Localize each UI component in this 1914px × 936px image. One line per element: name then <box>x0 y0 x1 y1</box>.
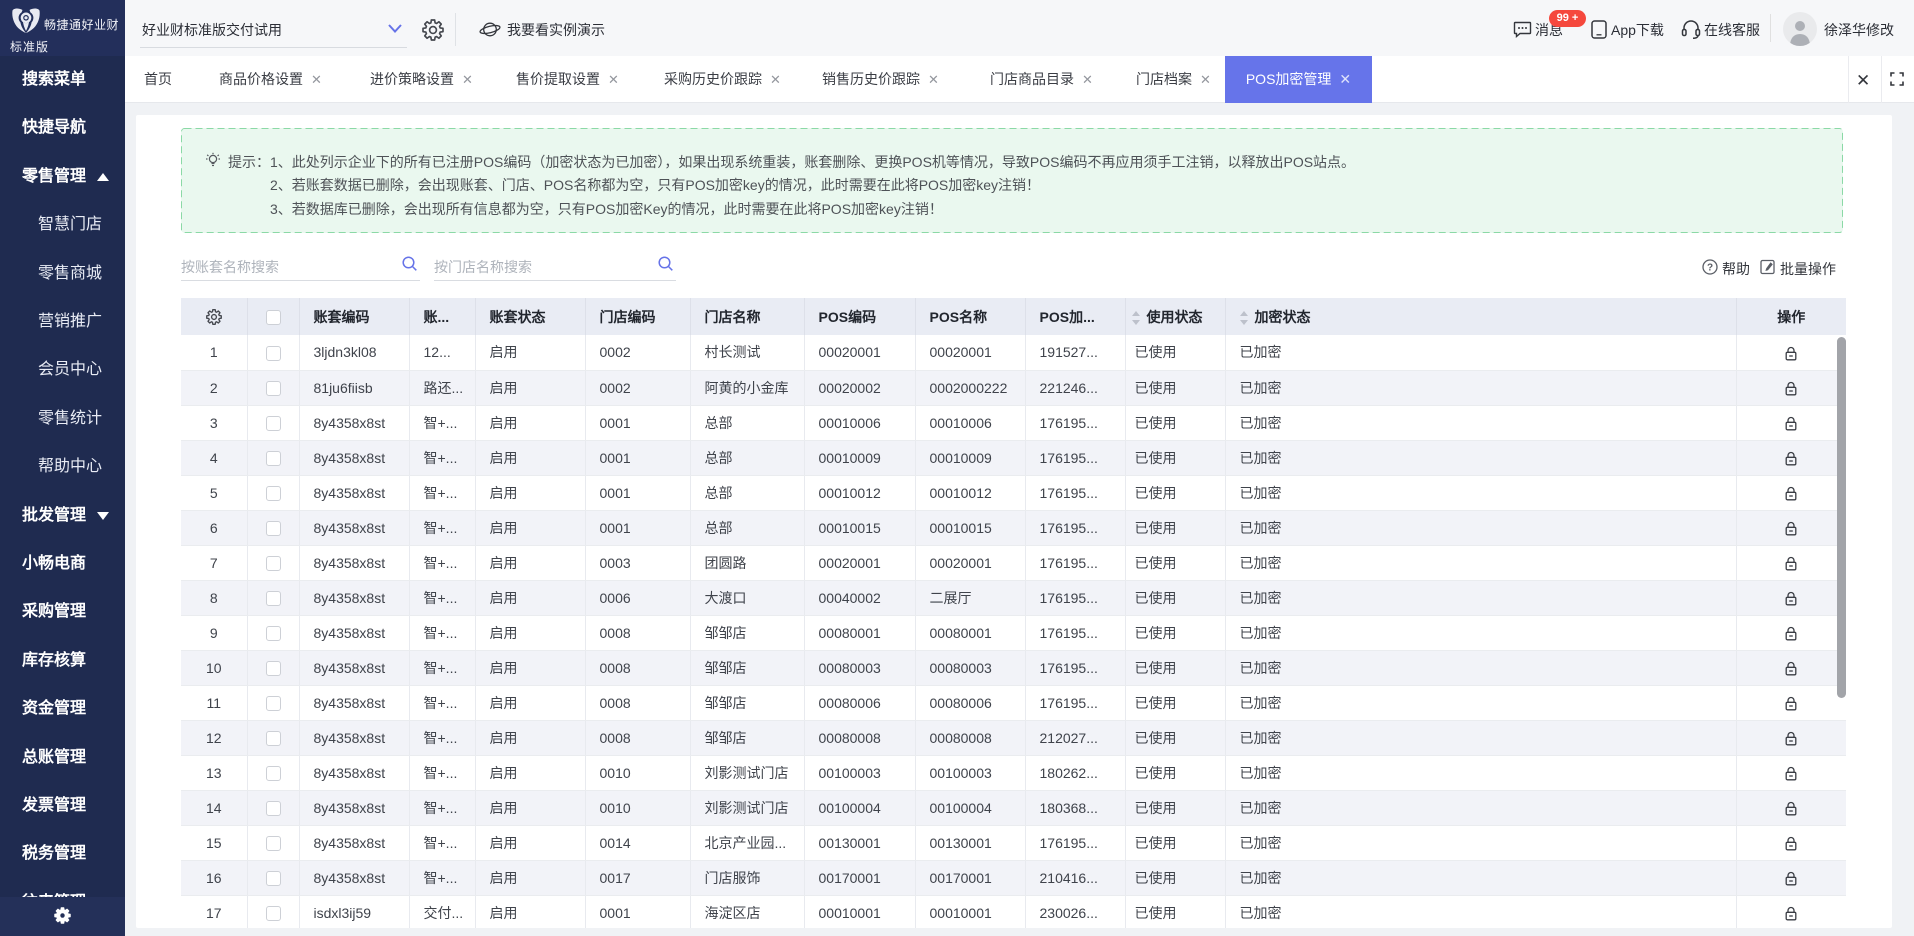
svg-text:?: ? <box>1707 263 1713 274</box>
